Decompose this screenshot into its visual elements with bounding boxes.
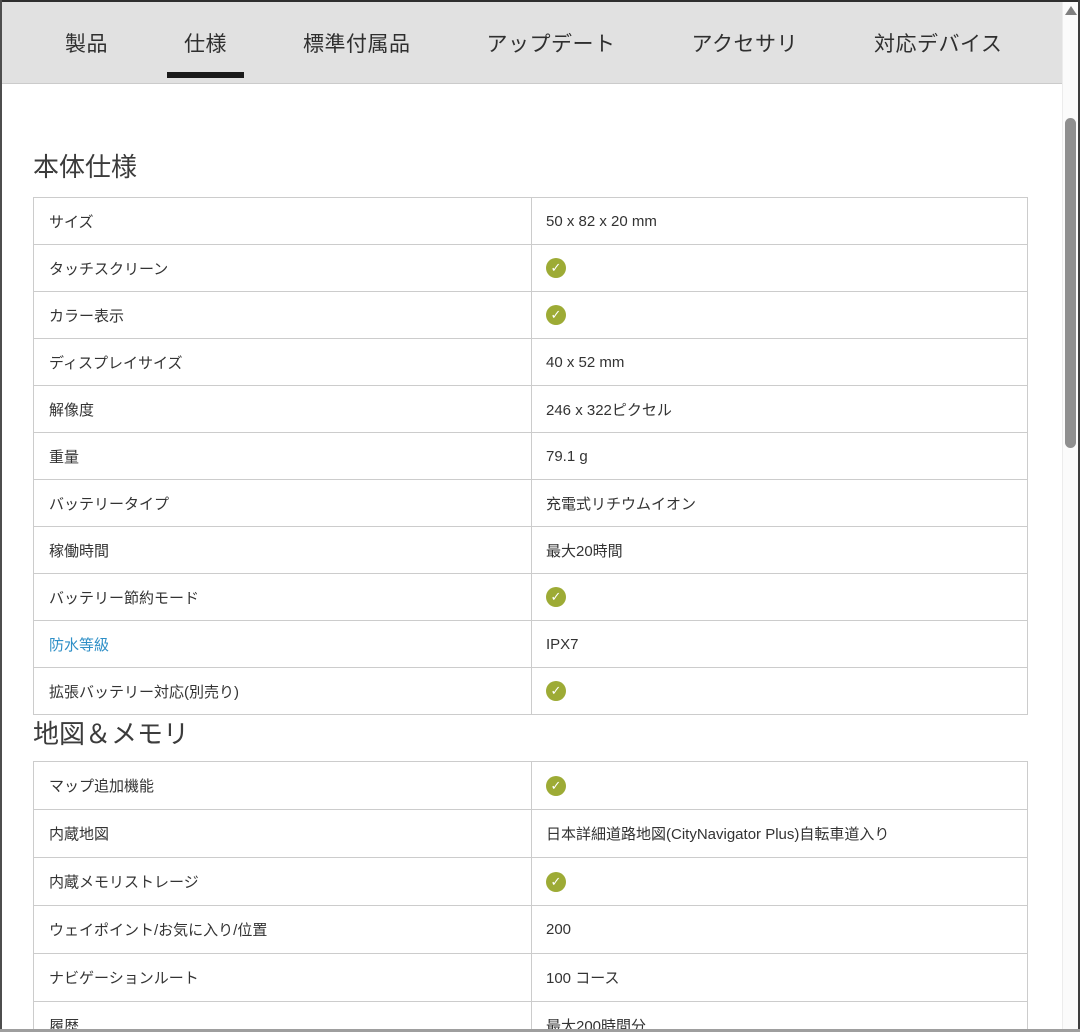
spec-value: 50 x 82 x 20 mm xyxy=(532,198,1027,244)
spec-label: ナビゲーションルート xyxy=(34,954,532,1001)
spec-label: ディスプレイサイズ xyxy=(34,339,532,385)
tab-label: 対応デバイス xyxy=(874,28,1002,58)
tab-product[interactable]: 製品 xyxy=(48,2,125,83)
spec-label: バッテリータイプ xyxy=(34,480,532,526)
scrollbar-thumb[interactable] xyxy=(1065,118,1076,448)
spec-row: 防水等級 IPX7 xyxy=(34,621,1027,668)
tab-label: 標準付属品 xyxy=(303,28,411,58)
spec-label: カラー表示 xyxy=(34,292,532,338)
spec-value: ✓ xyxy=(532,858,1027,905)
spec-label: ウェイポイント/お気に入り/位置 xyxy=(34,906,532,953)
spec-value: ✓ xyxy=(532,292,1027,338)
spec-label: 内蔵地図 xyxy=(34,810,532,857)
spec-row: 重量 79.1 g xyxy=(34,433,1027,480)
spec-row: 履歴 最大200時間分 xyxy=(34,1002,1027,1032)
scrollbar[interactable] xyxy=(1062,2,1078,1030)
spec-row: ナビゲーションルート 100 コース xyxy=(34,954,1027,1002)
spec-row: 内蔵メモリストレージ ✓ xyxy=(34,858,1027,906)
spec-row: 解像度 246 x 322ピクセル xyxy=(34,386,1027,433)
window-edge-left xyxy=(0,0,2,1032)
tab-label: 製品 xyxy=(65,28,108,58)
tab-bar: 製品 仕様 標準付属品 アップデート アクセサリ 対応デバイス xyxy=(2,2,1062,84)
check-circle-icon: ✓ xyxy=(546,776,566,796)
spec-value: 200 xyxy=(532,906,1027,953)
spec-label: 稼働時間 xyxy=(34,527,532,573)
tab-label: アクセサリ xyxy=(692,28,798,58)
spec-value: 日本詳細道路地図(CityNavigator Plus)自転車道入り xyxy=(532,810,1027,857)
spec-section: 地図＆メモリ マップ追加機能 ✓ 内蔵地図 日本詳細道路地図(CityNavig… xyxy=(33,717,1028,1032)
spec-row: ディスプレイサイズ 40 x 52 mm xyxy=(34,339,1027,386)
spec-value: 40 x 52 mm xyxy=(532,339,1027,385)
spec-label: サイズ xyxy=(34,198,532,244)
spec-section: 本体仕様 サイズ 50 x 82 x 20 mm タッチスクリーン ✓ カラー表… xyxy=(33,150,1028,715)
spec-table: マップ追加機能 ✓ 内蔵地図 日本詳細道路地図(CityNavigator Pl… xyxy=(33,761,1028,1032)
check-circle-icon: ✓ xyxy=(546,258,566,278)
spec-value: 充電式リチウムイオン xyxy=(532,480,1027,526)
spec-label: 重量 xyxy=(34,433,532,479)
spec-row: ウェイポイント/お気に入り/位置 200 xyxy=(34,906,1027,954)
spec-label: 拡張バッテリー対応(別売り) xyxy=(34,668,532,714)
spec-label: 防水等級 xyxy=(34,621,532,667)
tab-label: 仕様 xyxy=(184,28,227,58)
spec-value: 246 x 322ピクセル xyxy=(532,386,1027,432)
tab-specs[interactable]: 仕様 xyxy=(167,2,244,83)
spec-value: 最大20時間 xyxy=(532,527,1027,573)
check-circle-icon: ✓ xyxy=(546,681,566,701)
tab-updates[interactable]: アップデート xyxy=(470,2,633,83)
spec-row: 内蔵地図 日本詳細道路地図(CityNavigator Plus)自転車道入り xyxy=(34,810,1027,858)
spec-label: バッテリー節約モード xyxy=(34,574,532,620)
spec-row: カラー表示 ✓ xyxy=(34,292,1027,339)
spec-value: 100 コース xyxy=(532,954,1027,1001)
spec-value: 79.1 g xyxy=(532,433,1027,479)
section-title: 地図＆メモリ xyxy=(33,717,1028,751)
tab-label: アップデート xyxy=(487,28,616,58)
spec-value: 最大200時間分 xyxy=(532,1002,1027,1032)
window-edge-top xyxy=(0,0,1080,2)
spec-label: マップ追加機能 xyxy=(34,762,532,809)
scroll-up-arrow-icon[interactable] xyxy=(1065,6,1077,15)
spec-row: バッテリー節約モード ✓ xyxy=(34,574,1027,621)
tab-compatible-devices[interactable]: 対応デバイス xyxy=(857,2,1019,83)
spec-value: IPX7 xyxy=(532,621,1027,667)
tab-included-items[interactable]: 標準付属品 xyxy=(286,2,428,83)
spec-row: バッテリータイプ 充電式リチウムイオン xyxy=(34,480,1027,527)
spec-row: 稼働時間 最大20時間 xyxy=(34,527,1027,574)
spec-label: 履歴 xyxy=(34,1002,532,1032)
check-circle-icon: ✓ xyxy=(546,587,566,607)
spec-row: 拡張バッテリー対応(別売り) ✓ xyxy=(34,668,1027,715)
product-spec-page: 製品 仕様 標準付属品 アップデート アクセサリ 対応デバイス 本体仕様 サイズ… xyxy=(0,0,1080,1032)
spec-content: 本体仕様 サイズ 50 x 82 x 20 mm タッチスクリーン ✓ カラー表… xyxy=(33,85,1028,1032)
spec-label: タッチスクリーン xyxy=(34,245,532,291)
spec-value: ✓ xyxy=(532,574,1027,620)
spec-value: ✓ xyxy=(532,762,1027,809)
spec-row: サイズ 50 x 82 x 20 mm xyxy=(34,198,1027,245)
spec-value: ✓ xyxy=(532,668,1027,714)
section-title: 本体仕様 xyxy=(33,150,1028,184)
spec-label: 解像度 xyxy=(34,386,532,432)
check-circle-icon: ✓ xyxy=(546,872,566,892)
spec-row: タッチスクリーン ✓ xyxy=(34,245,1027,292)
tab-accessories[interactable]: アクセサリ xyxy=(675,2,815,83)
waterproof-rating-link[interactable]: 防水等級 xyxy=(49,634,109,655)
check-circle-icon: ✓ xyxy=(546,305,566,325)
spec-table: サイズ 50 x 82 x 20 mm タッチスクリーン ✓ カラー表示 ✓ デ… xyxy=(33,197,1028,715)
spec-row: マップ追加機能 ✓ xyxy=(34,762,1027,810)
spec-label: 内蔵メモリストレージ xyxy=(34,858,532,905)
spec-value: ✓ xyxy=(532,245,1027,291)
